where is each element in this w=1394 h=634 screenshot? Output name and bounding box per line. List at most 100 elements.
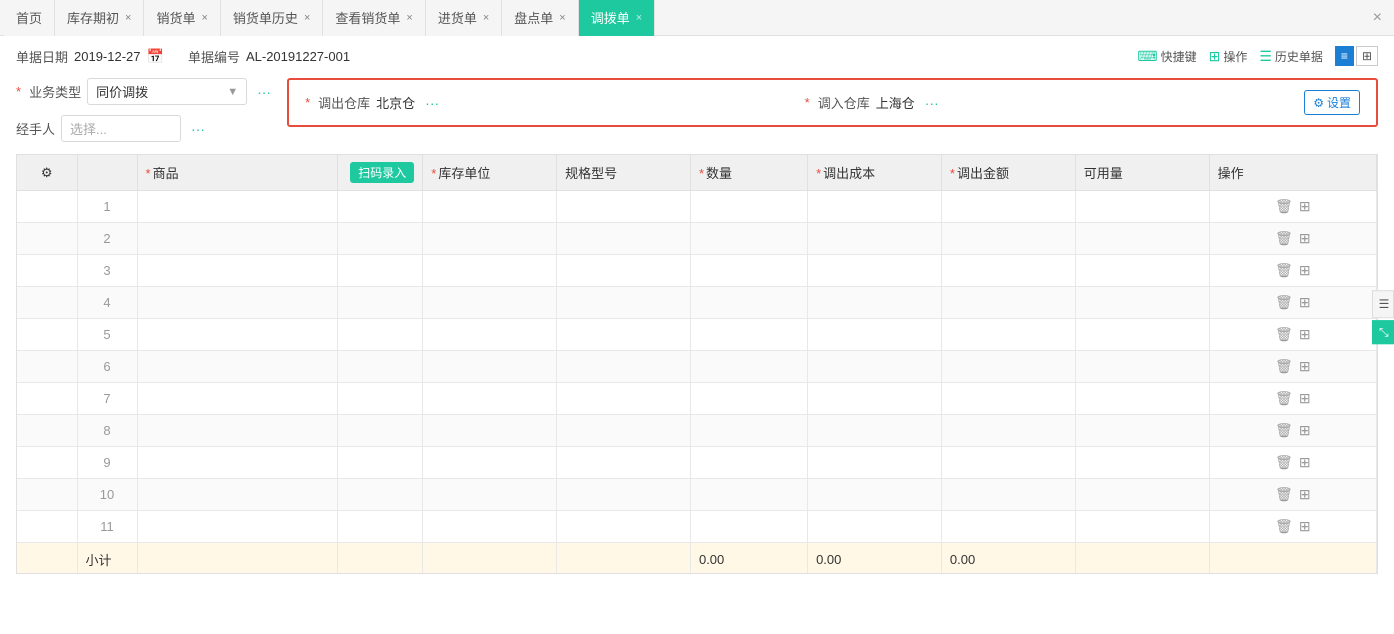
copy-icon[interactable]: ⊞ bbox=[1299, 454, 1311, 471]
copy-icon[interactable]: ⊞ bbox=[1299, 486, 1311, 503]
operations-button[interactable]: ⊞ 操作 bbox=[1209, 48, 1248, 65]
copy-icon[interactable]: ⊞ bbox=[1299, 390, 1311, 407]
tab-sales-history-close[interactable]: × bbox=[304, 12, 310, 24]
table-row: 11 🗑 ⊞ bbox=[17, 511, 1377, 543]
tab-sales-order[interactable]: 销货单 × bbox=[144, 0, 220, 36]
manager-label: 经手人 bbox=[16, 119, 55, 138]
row-product-cell[interactable] bbox=[137, 191, 338, 223]
grid-btn-grid[interactable]: ⊞ bbox=[1356, 46, 1378, 66]
row-amount-cell bbox=[941, 191, 1075, 223]
tab-purchase-label: 进货单 bbox=[438, 8, 477, 27]
row-product-cell[interactable] bbox=[137, 319, 338, 351]
row-product-cell[interactable] bbox=[137, 383, 338, 415]
row-product-cell[interactable] bbox=[137, 287, 338, 319]
row-num-cell: 9 bbox=[77, 447, 137, 479]
row-qty-cell bbox=[690, 255, 807, 287]
doc-number-label: 单据编号 bbox=[188, 47, 240, 66]
tab-purchase-close[interactable]: × bbox=[483, 12, 489, 24]
copy-icon[interactable]: ⊞ bbox=[1299, 518, 1311, 535]
col-row-num bbox=[77, 155, 137, 191]
tab-transfer-close[interactable]: × bbox=[636, 12, 642, 24]
row-qty-cell bbox=[690, 319, 807, 351]
side-expand-button[interactable]: ⤢ bbox=[1372, 320, 1394, 344]
row-product-cell[interactable] bbox=[137, 255, 338, 287]
calendar-icon[interactable]: 📅 bbox=[147, 48, 164, 65]
copy-icon[interactable]: ⊞ bbox=[1299, 262, 1311, 279]
operations-label: 操作 bbox=[1223, 48, 1247, 65]
copy-icon[interactable]: ⊞ bbox=[1299, 230, 1311, 247]
history-icon: ☰ bbox=[1259, 48, 1272, 65]
delete-icon[interactable]: 🗑 bbox=[1275, 230, 1293, 247]
row-product-cell[interactable] bbox=[137, 479, 338, 511]
tab-home[interactable]: 首页 bbox=[4, 0, 55, 36]
tab-view-sales[interactable]: 查看销货单 × bbox=[323, 0, 425, 36]
delete-icon[interactable]: 🗑 bbox=[1275, 518, 1293, 535]
row-qty-cell bbox=[690, 287, 807, 319]
business-type-select[interactable]: 同价调拨 ▼ bbox=[87, 78, 247, 105]
row-product-cell[interactable] bbox=[137, 223, 338, 255]
table-row: 7 🗑 ⊞ bbox=[17, 383, 1377, 415]
delete-icon[interactable]: 🗑 bbox=[1275, 390, 1293, 407]
delete-icon[interactable]: 🗑 bbox=[1275, 198, 1293, 215]
delete-icon[interactable]: 🗑 bbox=[1275, 422, 1293, 439]
copy-icon[interactable]: ⊞ bbox=[1299, 294, 1311, 311]
copy-icon[interactable]: ⊞ bbox=[1299, 198, 1311, 215]
settings-button[interactable]: ⚙ 设置 bbox=[1304, 90, 1360, 115]
manager-placeholder: 选择... bbox=[70, 122, 107, 137]
shortcuts-button[interactable]: ⌨ 快捷键 bbox=[1137, 48, 1196, 65]
delete-icon[interactable]: 🗑 bbox=[1275, 262, 1293, 279]
footer-cost: 0.00 bbox=[808, 543, 942, 575]
delete-icon[interactable]: 🗑 bbox=[1275, 326, 1293, 343]
row-ops-cell: 🗑 ⊞ bbox=[1209, 415, 1376, 447]
tab-inventory-check-label: 盘点单 bbox=[514, 8, 553, 27]
grid-btn-list[interactable]: ≡ bbox=[1335, 46, 1354, 66]
tab-sales-history[interactable]: 销货单历史 × bbox=[221, 0, 323, 36]
table-row: 4 🗑 ⊞ bbox=[17, 287, 1377, 319]
tab-transfer[interactable]: 调拨单 × bbox=[579, 0, 655, 36]
row-product-cell[interactable] bbox=[137, 447, 338, 479]
copy-icon[interactable]: ⊞ bbox=[1299, 326, 1311, 343]
col-spec: 规格型号 bbox=[557, 155, 691, 191]
dropdown-arrow-icon: ▼ bbox=[227, 86, 238, 98]
copy-icon[interactable]: ⊞ bbox=[1299, 422, 1311, 439]
tab-inventory-init[interactable]: 库存期初 × bbox=[55, 0, 144, 36]
tab-purchase[interactable]: 进货单 × bbox=[426, 0, 502, 36]
warehouse-out-more[interactable]: ··· bbox=[425, 95, 439, 111]
copy-icon[interactable]: ⊞ bbox=[1299, 358, 1311, 375]
history-button[interactable]: ☰ 历史单据 bbox=[1259, 48, 1323, 65]
delete-icon[interactable]: 🗑 bbox=[1275, 358, 1293, 375]
row-available-cell bbox=[1075, 415, 1209, 447]
tab-inventory-check-close[interactable]: × bbox=[559, 12, 565, 24]
row-gear-cell bbox=[17, 447, 77, 479]
delete-icon[interactable]: 🗑 bbox=[1275, 454, 1293, 471]
warehouse-in-more[interactable]: ··· bbox=[925, 95, 939, 111]
row-spec-cell bbox=[557, 191, 691, 223]
row-scan-cell bbox=[338, 479, 423, 511]
row-product-cell[interactable] bbox=[137, 351, 338, 383]
close-all-button[interactable]: × bbox=[1361, 9, 1394, 27]
scan-button[interactable]: 扫码录入 bbox=[350, 162, 414, 183]
footer-product-cell bbox=[137, 543, 338, 575]
tab-inventory-init-close[interactable]: × bbox=[125, 12, 131, 24]
row-product-cell[interactable] bbox=[137, 511, 338, 543]
tab-inventory-check[interactable]: 盘点单 × bbox=[502, 0, 578, 36]
table-row: 3 🗑 ⊞ bbox=[17, 255, 1377, 287]
row-cost-cell bbox=[808, 191, 942, 223]
tab-sales-order-close[interactable]: × bbox=[201, 12, 207, 24]
manager-more[interactable]: ··· bbox=[191, 121, 205, 137]
tab-view-sales-close[interactable]: × bbox=[406, 12, 412, 24]
tab-bar: 首页 库存期初 × 销货单 × 销货单历史 × 查看销货单 × 进货单 × 盘点… bbox=[0, 0, 1394, 36]
row-ops-cell: 🗑 ⊞ bbox=[1209, 191, 1376, 223]
delete-icon[interactable]: 🗑 bbox=[1275, 486, 1293, 503]
delete-icon[interactable]: 🗑 bbox=[1275, 294, 1293, 311]
row-available-cell bbox=[1075, 223, 1209, 255]
row-available-cell bbox=[1075, 447, 1209, 479]
side-list-button[interactable]: ☰ bbox=[1372, 290, 1394, 318]
business-type-more[interactable]: ··· bbox=[257, 84, 271, 100]
row-scan-cell bbox=[338, 223, 423, 255]
manager-input[interactable]: 选择... bbox=[61, 115, 181, 142]
warehouse-section: * 调出仓库 北京仓 ··· * 调入仓库 上海仓 ··· ⚙ 设置 bbox=[287, 78, 1378, 127]
row-product-cell[interactable] bbox=[137, 415, 338, 447]
gear-icon[interactable]: ⚙ bbox=[41, 165, 53, 180]
date-field: 单据日期 2019-12-27 📅 bbox=[16, 47, 164, 66]
